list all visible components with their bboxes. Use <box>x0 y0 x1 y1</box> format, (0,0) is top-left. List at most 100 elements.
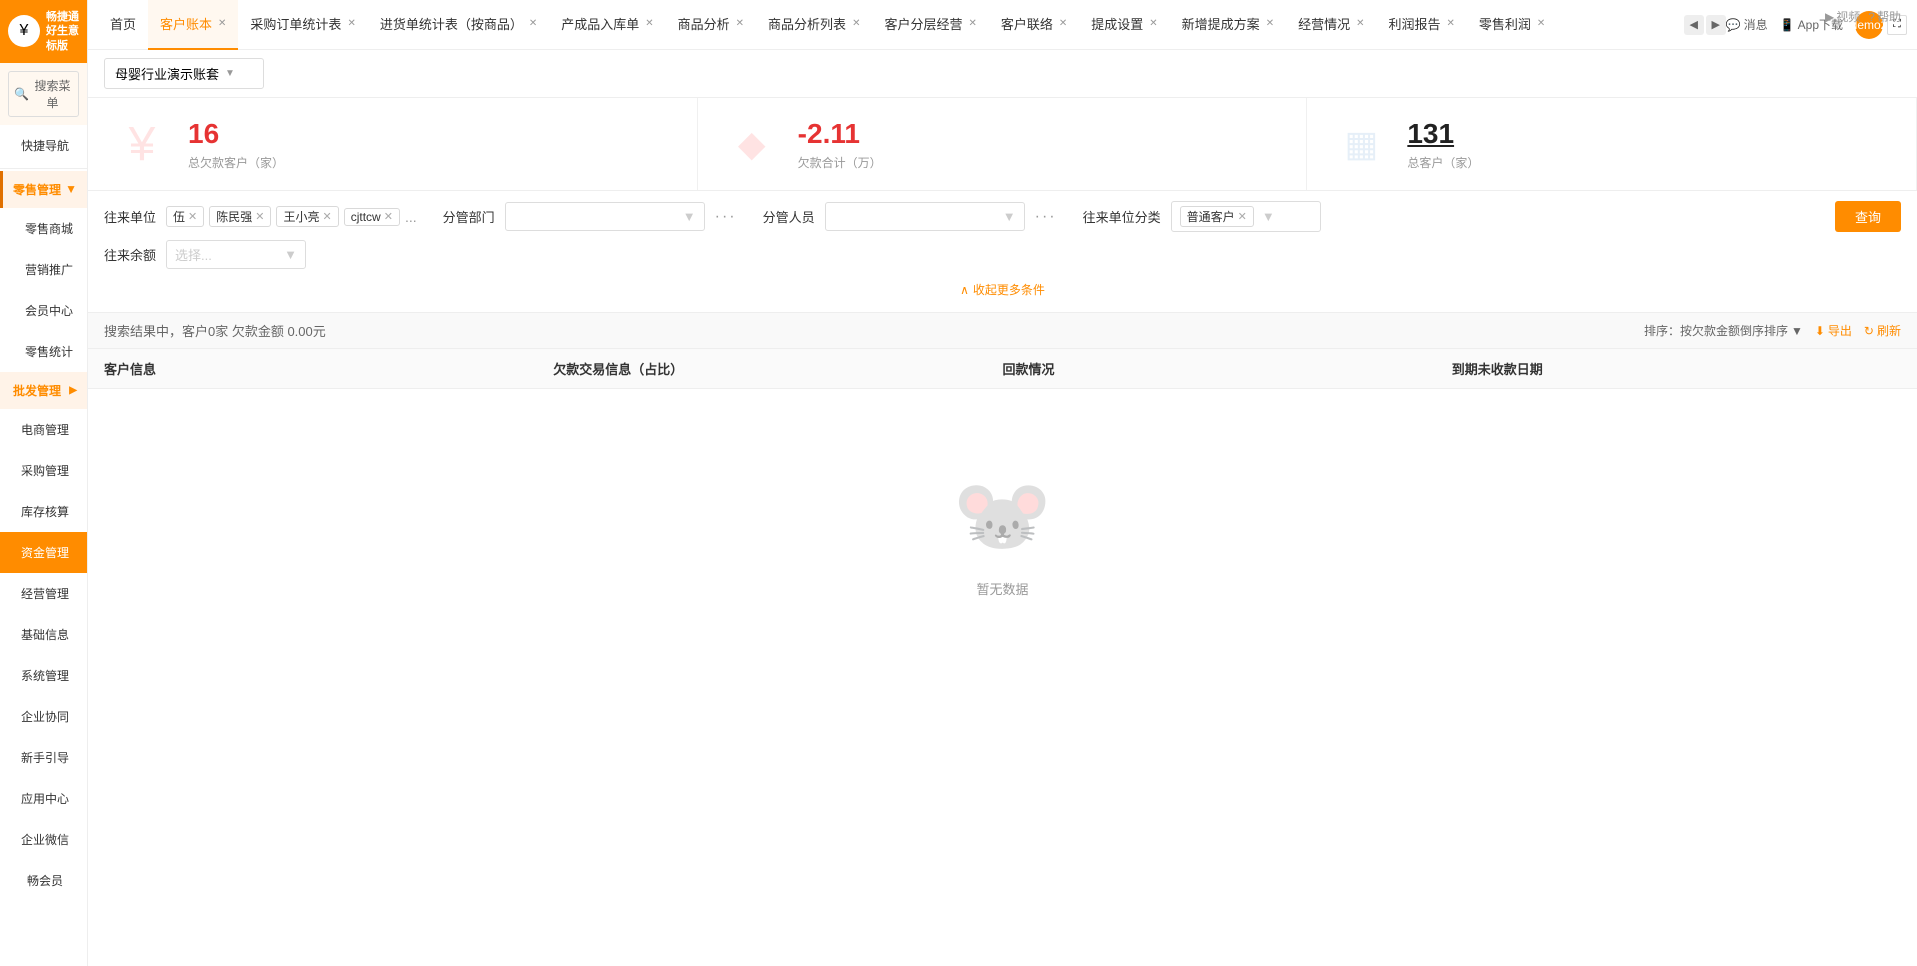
tab-push-settings[interactable]: 提成设置 ✕ <box>1079 0 1169 50</box>
results-bar: 搜索结果中，客户0家 欠款金额 0.00元 排序：按欠款金额倒序排序 ▼ ⬇ 导… <box>88 313 1917 349</box>
remove-tag-wu[interactable]: ✕ <box>188 210 197 223</box>
refresh-icon: ↻ <box>1864 324 1874 338</box>
col-header-due-date: 到期未收款日期 <box>1452 359 1901 378</box>
unit-tag-chen[interactable]: 陈民强 ✕ <box>209 206 271 227</box>
filter-row-1: 往来单位 伍 ✕ 陈民强 ✕ 王小亮 ✕ cjttcw <box>104 201 1901 232</box>
sidebar-item-ecommerce[interactable]: 电商管理 <box>0 409 87 450</box>
unit-tag-cjttcw[interactable]: cjttcw ✕ <box>344 208 400 226</box>
tab-customer-book[interactable]: 客户账本 ✕ <box>148 0 238 50</box>
table-area: 客户信息 欠款交易信息（占比） 回款情况 到期未收款日期 🐭 暂无数据 <box>88 349 1917 966</box>
account-header: 母婴行业演示账套 ▼ <box>88 50 1917 98</box>
export-button[interactable]: ⬇ 导出 <box>1815 322 1852 339</box>
tab-scroll-right[interactable]: ▶ <box>1706 15 1726 35</box>
unit-type-select[interactable]: 普通客户 ✕ ▼ <box>1171 201 1321 232</box>
dept-select[interactable]: ▼ <box>505 202 705 231</box>
main-content: 首页 客户账本 ✕ 采购订单统计表 ✕ 进货单统计表（按商品） ✕ 产成品入库单… <box>88 0 1917 966</box>
tab-production-inbound[interactable]: 产成品入库单 ✕ <box>549 0 665 50</box>
tab-goods-analysis[interactable]: 商品分析 ✕ <box>666 0 756 50</box>
collapse-button[interactable]: ∧ 收起更多条件 <box>956 277 1049 302</box>
download-icon: 📱 <box>1780 18 1795 32</box>
tab-profit-report[interactable]: 利润报告 ✕ <box>1376 0 1466 50</box>
sidebar-item-wholesale[interactable]: 批发管理 ▶ <box>0 372 87 409</box>
sidebar-item-retail-stats[interactable]: 零售统计 <box>0 331 87 372</box>
stat-value-debt: -2.11 <box>798 118 882 150</box>
chevron-down-icon: ▼ <box>1262 209 1275 224</box>
unit-tag-wang[interactable]: 王小亮 ✕ <box>276 206 338 227</box>
sidebar-item-retail-mall[interactable]: 零售商城 <box>0 208 87 249</box>
tab-close-purchase-order[interactable]: ✕ <box>347 18 355 29</box>
sidebar-item-finance[interactable]: 资金管理 <box>0 532 87 573</box>
tab-close-customer-tier[interactable]: ✕ <box>968 18 976 29</box>
person-filter-label: 分管人员 <box>763 207 815 226</box>
sidebar-item-guide[interactable]: 新手引导 <box>0 737 87 778</box>
sort-select[interactable]: 排序：按欠款金额倒序排序 ▼ <box>1644 322 1803 339</box>
balance-select[interactable]: 选择... ▼ <box>166 240 306 269</box>
messages-button[interactable]: 💬 消息 <box>1726 16 1768 33</box>
tab-goods-analysis-list[interactable]: 商品分析列表 ✕ <box>756 0 872 50</box>
tab-close-goods-analysis-list[interactable]: ✕ <box>852 18 860 29</box>
sidebar-divider-1 <box>0 168 87 169</box>
tab-scroll-left[interactable]: ◀ <box>1684 15 1704 35</box>
sidebar-logo: ¥ 畅捷通好生意 标版 <box>0 0 87 63</box>
tab-close-push-settings[interactable]: ✕ <box>1149 18 1157 29</box>
sidebar-item-operation[interactable]: 经营管理 <box>0 573 87 614</box>
tab-inbound-stats[interactable]: 进货单统计表（按商品） ✕ <box>368 0 549 50</box>
chevron-down-icon: ▼ <box>683 209 696 224</box>
tab-close-customer-contact[interactable]: ✕ <box>1059 18 1067 29</box>
tab-scroll-arrows: ◀ ▶ <box>1684 15 1726 35</box>
sidebar-item-basic[interactable]: 基础信息 <box>0 614 87 655</box>
sidebar-item-member[interactable]: 会员中心 <box>0 290 87 331</box>
tab-new-push[interactable]: 新增提成方案 ✕ <box>1170 0 1286 50</box>
account-dropdown[interactable]: 母婴行业演示账套 ▼ <box>104 58 264 89</box>
remove-tag-wang[interactable]: ✕ <box>323 210 332 223</box>
stats-row: ¥ 16 总欠款客户（家） ◆ -2.11 欠款合计（万） ▦ 131 总客户（… <box>88 98 1917 191</box>
remove-tag-chen[interactable]: ✕ <box>255 210 264 223</box>
refresh-button[interactable]: ↻ 刷新 <box>1864 322 1901 339</box>
export-icon: ⬇ <box>1815 324 1825 338</box>
sidebar-item-marketing[interactable]: 营销推广 <box>0 249 87 290</box>
tab-purchase-order[interactable]: 采购订单统计表 ✕ <box>238 0 367 50</box>
remove-unit-type-tag[interactable]: ✕ <box>1238 210 1247 223</box>
tab-customer-contact[interactable]: 客户联络 ✕ <box>989 0 1079 50</box>
tab-close-production-inbound[interactable]: ✕ <box>645 18 653 29</box>
sidebar-item-inventory[interactable]: 库存核算 <box>0 491 87 532</box>
results-actions: 排序：按欠款金额倒序排序 ▼ ⬇ 导出 ↻ 刷新 <box>1644 322 1901 339</box>
sidebar-item-retail[interactable]: 零售管理 ▼ <box>0 171 87 208</box>
tab-close-customer-book[interactable]: ✕ <box>218 18 226 29</box>
more-tags-button[interactable]: ... <box>405 209 417 225</box>
person-dots[interactable]: ··· <box>1035 208 1057 226</box>
unit-type-tag[interactable]: 普通客户 ✕ <box>1180 206 1254 227</box>
tab-biz-status[interactable]: 经营情况 ✕ <box>1286 0 1376 50</box>
tab-close-new-push[interactable]: ✕ <box>1266 18 1274 29</box>
filter-area: 往来单位 伍 ✕ 陈民强 ✕ 王小亮 ✕ cjttcw <box>88 191 1917 313</box>
stat-card-total-clients: ▦ 131 总客户（家） <box>1307 98 1917 190</box>
tab-close-inbound-stats[interactable]: ✕ <box>529 18 537 29</box>
query-button[interactable]: 查询 <box>1835 201 1901 232</box>
tab-home[interactable]: 首页 <box>98 0 148 50</box>
person-select[interactable]: ▼ <box>825 202 1025 231</box>
sidebar-item-vip[interactable]: 畅会员 <box>0 860 87 901</box>
sidebar-item-quick-nav[interactable]: 快捷导航 <box>0 125 87 166</box>
sidebar-item-purchase[interactable]: 采购管理 <box>0 450 87 491</box>
tab-close-retail-profit[interactable]: ✕ <box>1537 18 1545 29</box>
sort-label: 排序：按欠款金额倒序排序 <box>1644 322 1788 339</box>
sidebar: ¥ 畅捷通好生意 标版 🔍 搜索菜单 快捷导航 零售管理 ▼ 零售商城 营销推广… <box>0 0 88 966</box>
tab-retail-profit[interactable]: 零售利润 ✕ <box>1467 0 1557 50</box>
sidebar-item-enterprise[interactable]: 企业协同 <box>0 696 87 737</box>
search-menu-button[interactable]: 🔍 搜索菜单 <box>8 71 79 117</box>
results-summary: 搜索结果中，客户0家 欠款金额 0.00元 <box>104 321 326 340</box>
sidebar-item-apps[interactable]: 应用中心 <box>0 778 87 819</box>
stat-label-customers: 总欠款客户（家） <box>188 154 284 171</box>
remove-tag-cjttcw[interactable]: ✕ <box>384 210 393 223</box>
tab-bar: 首页 客户账本 ✕ 采购订单统计表 ✕ 进货单统计表（按商品） ✕ 产成品入库单… <box>98 0 1684 50</box>
sidebar-item-wechat[interactable]: 企业微信 <box>0 819 87 860</box>
sidebar-item-system[interactable]: 系统管理 <box>0 655 87 696</box>
chevron-right-icon: ▶ <box>69 385 77 396</box>
tab-close-profit-report[interactable]: ✕ <box>1447 18 1455 29</box>
unit-tag-wu[interactable]: 伍 ✕ <box>166 206 204 227</box>
tab-close-biz-status[interactable]: ✕ <box>1356 18 1364 29</box>
unit-filter-tags: 伍 ✕ 陈民强 ✕ 王小亮 ✕ cjttcw ✕ ... <box>166 206 417 227</box>
tab-customer-tier[interactable]: 客户分层经营 ✕ <box>872 0 988 50</box>
dept-dots[interactable]: ··· <box>715 208 737 226</box>
tab-close-goods-analysis[interactable]: ✕ <box>736 18 744 29</box>
